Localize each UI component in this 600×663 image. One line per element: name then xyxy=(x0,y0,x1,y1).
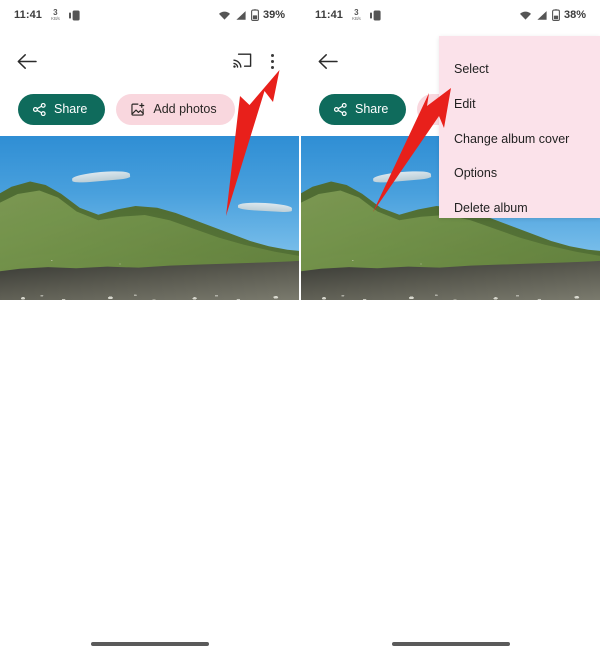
cellular-signal-icon xyxy=(537,10,547,20)
album-cover-photo[interactable] xyxy=(0,136,299,300)
cast-button[interactable] xyxy=(227,46,257,76)
back-button[interactable] xyxy=(313,46,343,76)
gesture-navigation-bar[interactable] xyxy=(90,642,209,646)
share-button-label: Share xyxy=(54,102,88,116)
battery-icon xyxy=(552,9,560,21)
app-toolbar xyxy=(0,44,299,78)
battery-icon xyxy=(251,9,259,21)
gesture-navigation-bar[interactable] xyxy=(391,642,510,646)
status-time: 11:41 xyxy=(315,9,344,21)
data-rate-unit: KB/s xyxy=(352,15,361,21)
data-rate-indicator: 3 KB/s xyxy=(51,8,60,22)
back-button[interactable] xyxy=(12,46,42,76)
menu-item-delete-album[interactable]: Delete album xyxy=(454,202,528,215)
vibrate-icon xyxy=(369,10,381,20)
menu-item-select[interactable]: Select xyxy=(454,63,489,76)
menu-item-edit[interactable]: Edit xyxy=(454,98,476,111)
battery-percent: 39% xyxy=(262,9,285,21)
status-time: 11:41 xyxy=(14,9,43,21)
vibrate-icon xyxy=(68,10,80,20)
wifi-icon xyxy=(218,11,230,20)
action-chip-row: Share Add photos xyxy=(0,93,299,125)
wifi-icon xyxy=(519,11,531,20)
status-bar-left: 11:41 3 KB/s xyxy=(315,8,382,22)
status-bar-right: 38% xyxy=(519,9,586,21)
share-icon xyxy=(33,102,46,116)
add-photos-button[interactable]: Add photos xyxy=(116,93,235,125)
cellular-signal-icon xyxy=(236,10,246,20)
menu-item-options[interactable]: Options xyxy=(454,167,497,180)
more-vertical-icon xyxy=(270,53,274,69)
left-phone-panel: 11:41 3 KB/s 39% Share Add photos xyxy=(0,0,299,663)
add-photo-icon xyxy=(131,102,145,116)
cast-icon xyxy=(232,53,251,68)
back-arrow-icon xyxy=(318,53,338,69)
add-photos-button-label: Add photos xyxy=(153,102,217,116)
share-button[interactable]: Share xyxy=(18,93,106,125)
battery-percent: 38% xyxy=(563,9,586,21)
status-bar-right: 39% xyxy=(218,9,285,21)
data-rate-indicator: 3 KB/s xyxy=(352,8,361,22)
overflow-menu-popup: Select Edit Change album cover Options D… xyxy=(439,36,600,218)
back-arrow-icon xyxy=(17,53,37,69)
share-button[interactable]: Share xyxy=(319,93,407,125)
data-rate-unit: KB/s xyxy=(51,15,60,21)
screenshot-root: 11:41 3 KB/s 39% Share Add photos 11:41 … xyxy=(0,0,600,663)
share-icon xyxy=(334,102,347,116)
overflow-menu-button[interactable] xyxy=(257,46,287,76)
menu-item-change-album-cover[interactable]: Change album cover xyxy=(454,133,569,146)
status-bar: 11:41 3 KB/s xyxy=(301,0,600,30)
status-bar-left: 11:41 3 KB/s xyxy=(14,8,81,22)
status-bar: 11:41 3 KB/s xyxy=(0,0,299,30)
share-button-label: Share xyxy=(355,102,389,116)
